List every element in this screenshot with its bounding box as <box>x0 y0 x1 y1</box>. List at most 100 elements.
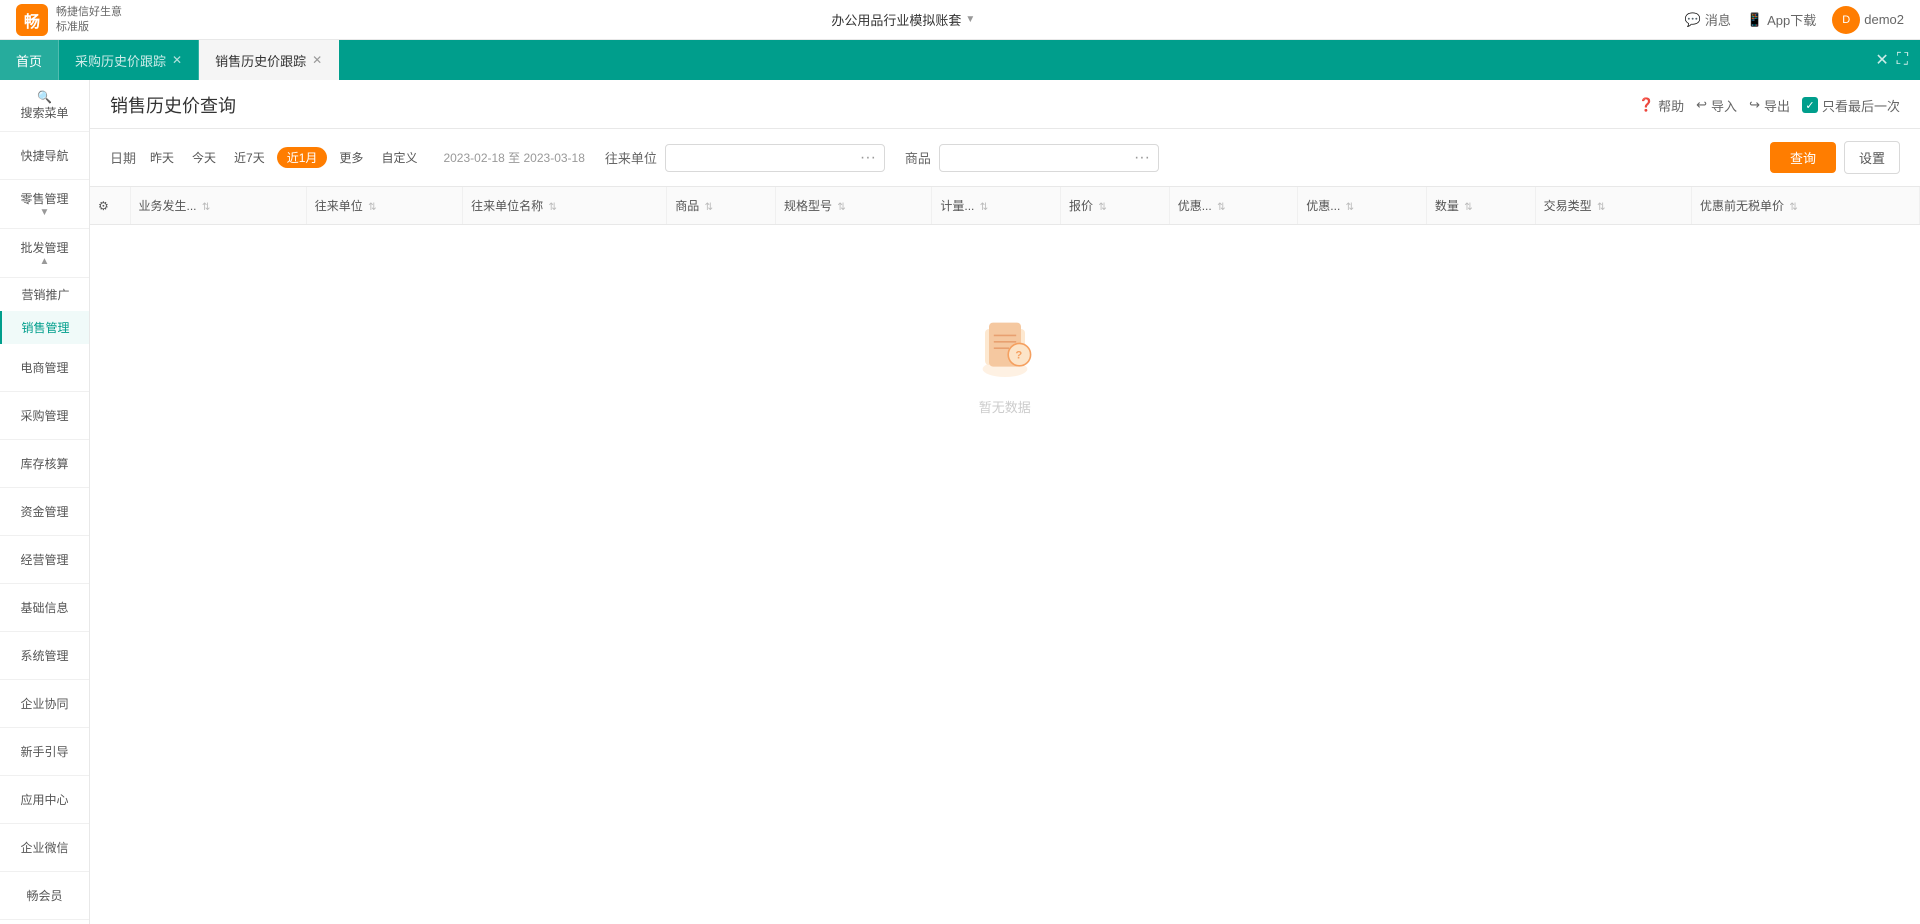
sort-icon: ⇅ <box>705 202 713 213</box>
tab-bar-actions: ✕ ⛶ <box>1863 40 1920 80</box>
th-discount-amt[interactable]: 优惠... ⇅ <box>1298 187 1427 225</box>
app-download-button[interactable]: 📱 App下载 <box>1747 10 1816 29</box>
sidebar-item-inventory[interactable]: 库存核算 <box>0 440 89 488</box>
th-unit[interactable]: 计量... ⇅ <box>932 187 1061 225</box>
partner-filter-group: 往来单位 ··· <box>605 144 885 172</box>
th-product[interactable]: 商品 ⇅ <box>667 187 776 225</box>
sort-icon: ⇅ <box>549 202 557 213</box>
sort-icon: ⇅ <box>1789 202 1797 213</box>
sort-icon: ⇅ <box>1464 202 1472 213</box>
main-layout: 🔍 搜索菜单 快捷导航 零售管理 ▼ 批发管理 ▲ 营销推广 销售管理 电商管理… <box>0 80 1920 924</box>
th-discount-pct[interactable]: 优惠... ⇅ <box>1169 187 1298 225</box>
top-header: 畅 畅捷信好生意 标准版 办公用品行业模拟账套 ▼ 💬 消息 📱 App下载 D… <box>0 0 1920 40</box>
logo-text: 畅捷信好生意 标准版 <box>56 5 122 34</box>
date-opt-1month[interactable]: 近1月 <box>277 147 328 168</box>
help-button[interactable]: ❓ 帮助 <box>1638 96 1684 115</box>
date-options: 昨天 今天 近7天 近1月 更多 自定义 <box>144 147 423 168</box>
tab-close-sales[interactable]: ✕ <box>312 53 322 67</box>
sidebar-item-sales[interactable]: 销售管理 <box>0 311 89 344</box>
date-opt-more[interactable]: 更多 <box>333 147 369 168</box>
date-range-group: 2023-02-18 至 2023-03-18 <box>443 149 584 166</box>
tab-maximize-icon[interactable]: ⛶ <box>1897 51 1908 69</box>
empty-state: ? 暂无数据 <box>90 225 1920 496</box>
th-gear[interactable]: ⚙ <box>90 187 130 225</box>
export-button[interactable]: ↪ 导出 <box>1749 96 1790 115</box>
date-opt-7days[interactable]: 近7天 <box>228 147 271 168</box>
search-icon: 🔍 <box>37 90 52 104</box>
sort-icon: ⇅ <box>368 202 376 213</box>
th-pretax-price[interactable]: 优惠前无税单价 ⇅ <box>1692 187 1920 225</box>
title-actions: ❓ 帮助 ↩ 导入 ↪ 导出 ✓ 只看最后一次 <box>1638 96 1900 115</box>
th-business-date[interactable]: 业务发生... ⇅ <box>130 187 306 225</box>
th-partner-code[interactable]: 往来单位 ⇅ <box>306 187 462 225</box>
tab-home[interactable]: 首页 <box>0 40 59 80</box>
th-quantity[interactable]: 数量 ⇅ <box>1426 187 1535 225</box>
page-title-bar: 销售历史价查询 ❓ 帮助 ↩ 导入 ↪ 导出 ✓ 只看最后一次 <box>90 80 1920 129</box>
data-table: ⚙ 业务发生... ⇅ 往来单位 ⇅ 往来单位名称 ⇅ <box>90 187 1920 496</box>
th-quoted-price[interactable]: 报价 ⇅ <box>1060 187 1169 225</box>
partner-input-dots: ··· <box>860 149 876 167</box>
content-area: 销售历史价查询 ❓ 帮助 ↩ 导入 ↪ 导出 ✓ 只看最后一次 <box>90 80 1920 924</box>
user-profile[interactable]: D demo2 <box>1832 6 1904 34</box>
date-opt-custom[interactable]: 自定义 <box>375 147 423 168</box>
workspace-selector[interactable]: 办公用品行业模拟账套 ▼ <box>831 10 975 29</box>
sidebar-item-basics[interactable]: 基础信息 <box>0 584 89 632</box>
product-label: 商品 <box>905 148 931 167</box>
sidebar-item-ecommerce[interactable]: 电商管理 <box>0 344 89 392</box>
logo-area: 畅 畅捷信好生意 标准版 <box>16 4 122 36</box>
import-button[interactable]: ↩ 导入 <box>1696 96 1737 115</box>
message-icon: 💬 <box>1685 12 1701 28</box>
sidebar-item-enterprise-wechat[interactable]: 企业微信 <box>0 824 89 872</box>
th-spec[interactable]: 规格型号 ⇅ <box>775 187 931 225</box>
sidebar: 🔍 搜索菜单 快捷导航 零售管理 ▼ 批发管理 ▲ 营销推广 销售管理 电商管理… <box>0 80 90 924</box>
settings-button[interactable]: 设置 <box>1844 141 1900 174</box>
sidebar-item-finance[interactable]: 资金管理 <box>0 488 89 536</box>
sidebar-item-operations[interactable]: 经营管理 <box>0 536 89 584</box>
logo-icon: 畅 <box>16 4 48 36</box>
export-icon: ↪ <box>1749 97 1760 113</box>
sidebar-item-quick-nav[interactable]: 快捷导航 <box>0 132 89 180</box>
tab-close-purchase[interactable]: ✕ <box>172 53 182 67</box>
sort-icon: ⇅ <box>837 202 845 213</box>
th-partner-name[interactable]: 往来单位名称 ⇅ <box>463 187 667 225</box>
filter-actions: 查询 设置 <box>1770 141 1900 174</box>
sidebar-item-procurement[interactable]: 采购管理 <box>0 392 89 440</box>
sidebar-item-search[interactable]: 🔍 搜索菜单 <box>0 80 89 132</box>
page-title: 销售历史价查询 <box>110 92 236 118</box>
app-icon: 📱 <box>1747 12 1763 28</box>
sidebar-item-app-center[interactable]: 应用中心 <box>0 776 89 824</box>
sidebar-item-retail[interactable]: 零售管理 ▼ <box>0 180 89 229</box>
help-icon: ❓ <box>1638 97 1654 113</box>
sidebar-item-wholesale[interactable]: 批发管理 ▲ <box>0 229 89 278</box>
sort-icon: ⇅ <box>980 202 988 213</box>
product-input[interactable]: ··· <box>939 144 1159 172</box>
sidebar-item-beginner-guide[interactable]: 新手引导 <box>0 728 89 776</box>
tab-close-all-icon[interactable]: ✕ <box>1875 50 1888 70</box>
svg-text:?: ? <box>1015 350 1022 362</box>
date-opt-today[interactable]: 今天 <box>186 147 222 168</box>
filter-bar: 日期 昨天 今天 近7天 近1月 更多 自定义 2023-02-18 至 202… <box>90 129 1920 187</box>
checkbox-icon: ✓ <box>1802 97 1818 113</box>
empty-state-icon: ? <box>965 305 1045 385</box>
query-button[interactable]: 查询 <box>1770 142 1836 173</box>
tab-bar: 首页 采购历史价跟踪 ✕ 销售历史价跟踪 ✕ ✕ ⛶ <box>0 40 1920 80</box>
partner-label: 往来单位 <box>605 148 657 167</box>
sidebar-item-enterprise-collab[interactable]: 企业协同 <box>0 680 89 728</box>
th-trade-type[interactable]: 交易类型 ⇅ <box>1535 187 1691 225</box>
sidebar-item-system[interactable]: 系统管理 <box>0 632 89 680</box>
partner-input[interactable]: ··· <box>665 144 885 172</box>
sort-icon: ⇅ <box>1217 202 1225 213</box>
sidebar-item-marketing[interactable]: 营销推广 <box>0 278 89 311</box>
sort-icon: ⇅ <box>1346 202 1354 213</box>
message-button[interactable]: 💬 消息 <box>1685 10 1731 29</box>
header-right: 💬 消息 📱 App下载 D demo2 <box>1685 6 1904 34</box>
only-last-checkbox[interactable]: ✓ 只看最后一次 <box>1802 96 1900 115</box>
tab-purchase-history[interactable]: 采购历史价跟踪 ✕ <box>59 40 199 80</box>
tab-sales-history[interactable]: 销售历史价跟踪 ✕ <box>199 40 339 80</box>
sidebar-item-member[interactable]: 畅会员 <box>0 872 89 920</box>
chevron-down-icon: ▼ <box>40 207 50 218</box>
sort-icon: ⇅ <box>202 202 210 213</box>
product-input-dots: ··· <box>1134 149 1150 167</box>
date-opt-yesterday[interactable]: 昨天 <box>144 147 180 168</box>
sort-icon: ⇅ <box>1597 202 1605 213</box>
